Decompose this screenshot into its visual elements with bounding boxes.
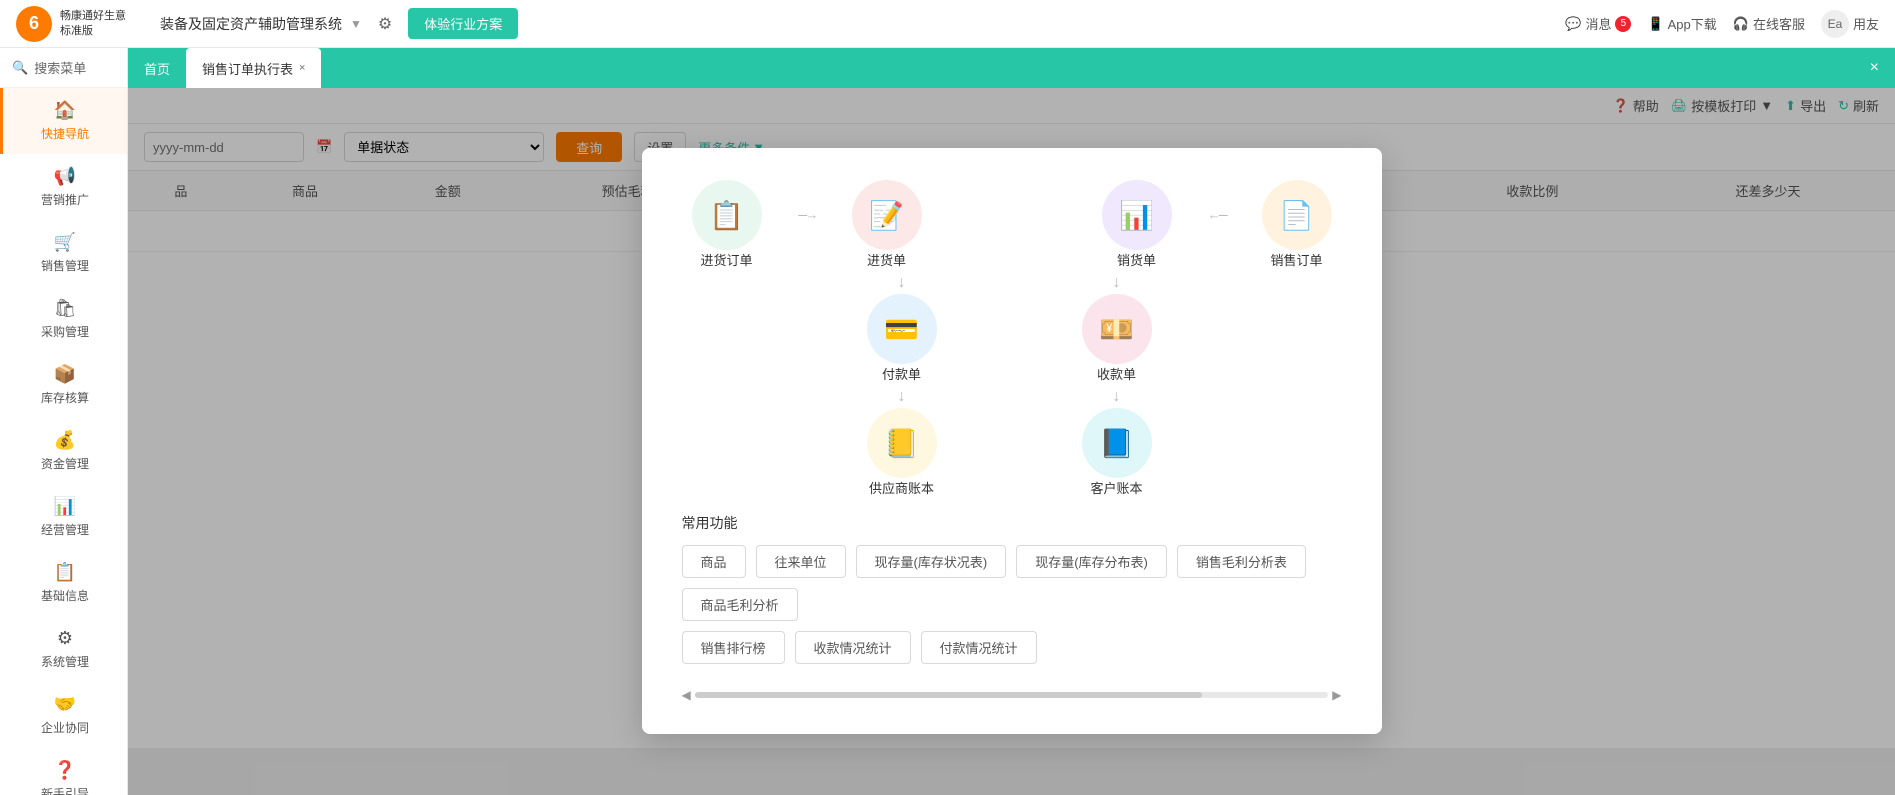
new-guide-icon: ❓ bbox=[54, 760, 76, 781]
sales-order-node-label: 销货单 bbox=[1117, 250, 1156, 269]
flow-item-customer-account[interactable]: 📘 客户账本 bbox=[1082, 408, 1152, 497]
modal-box: 📋 进货订单 - - - - → 📝 进货单 bbox=[642, 148, 1382, 734]
sidebar-item-inventory[interactable]: 📦 库存核算 bbox=[0, 352, 127, 418]
sales-icon: 🛒 bbox=[54, 232, 76, 253]
top-bar: 6 畅康通好生意 标准版 装备及固定资产辅助管理系统 ▼ ⚙ 体验行业方案 💬 … bbox=[0, 0, 1895, 48]
home-icon: 🏠 bbox=[54, 100, 76, 121]
sidebar-item-enterprise[interactable]: 🤝 企业协同 bbox=[0, 682, 127, 748]
system-icon: ⚙ bbox=[57, 628, 73, 649]
message-badge: 5 bbox=[1615, 16, 1631, 32]
receipt-label: 收款单 bbox=[1097, 364, 1136, 383]
scrollbar-thumb bbox=[695, 692, 1202, 698]
message-icon: 💬 bbox=[1565, 16, 1581, 32]
purchase-receipt-icon: 📝 bbox=[852, 180, 922, 250]
top-right-actions: 💬 消息 5 📱 App下载 🎧 在线客服 Ea 用友 bbox=[1565, 10, 1879, 38]
content-area: 首页 销售订单执行表 × × ❓ 帮助 🖨 按 bbox=[128, 48, 1895, 795]
purchase-icon: 🛍 bbox=[54, 298, 77, 319]
func-btn-sales-margin[interactable]: 销售毛利分析表 bbox=[1177, 545, 1306, 578]
sidebar-item-base-info[interactable]: 📋 基础信息 bbox=[0, 550, 127, 616]
app-download-item[interactable]: 📱 App下载 bbox=[1647, 14, 1716, 33]
flow-item-receipt[interactable]: 💴 收款单 bbox=[1082, 294, 1152, 383]
modal-scrollbar: ◀ ▶ bbox=[682, 680, 1342, 702]
func-btn-stock-status[interactable]: 现存量(库存状况表) bbox=[856, 545, 1007, 578]
payment-icon: 💳 bbox=[867, 294, 937, 364]
tab-bar-close[interactable]: × bbox=[1870, 59, 1879, 77]
purchase-order-label: 进货订单 bbox=[700, 250, 752, 269]
modal-overlay: 📋 进货订单 - - - - → 📝 进货单 bbox=[128, 88, 1895, 795]
logo-area: 6 畅康通好生意 标准版 bbox=[16, 6, 144, 42]
sidebar-item-system[interactable]: ⚙ 系统管理 bbox=[0, 616, 127, 682]
sidebar: 🔍 搜索菜单 🏠 快捷导航 📢 营销推广 🛒 销售管理 🛍 采购管理 📦 bbox=[0, 48, 128, 795]
scroll-right-arrow[interactable]: ▶ bbox=[1332, 688, 1341, 702]
page-content: ❓ 帮助 🖨 按模板打印 ▼ ⬆ 导出 ↻ 刷新 bbox=[128, 88, 1895, 795]
func-btn-product[interactable]: 商品 bbox=[682, 545, 746, 578]
sales-order-doc-icon: 📄 bbox=[1262, 180, 1332, 250]
sales-order-doc-label: 销售订单 bbox=[1270, 250, 1322, 269]
tab-close-icon[interactable]: × bbox=[299, 62, 305, 74]
user-item[interactable]: Ea 用友 bbox=[1821, 10, 1879, 38]
enterprise-icon: 🤝 bbox=[54, 694, 76, 715]
tab-home[interactable]: 首页 bbox=[128, 48, 186, 88]
common-funcs-title: 常用功能 bbox=[682, 513, 1342, 533]
common-functions: 常用功能 商品 往来单位 现存量(库存状况表) 现存量(库存分布表) 销售毛利分… bbox=[682, 513, 1342, 664]
flow-item-payment[interactable]: 💳 付款单 bbox=[867, 294, 937, 383]
phone-icon: 📱 bbox=[1647, 16, 1663, 32]
purchase-order-icon: 📋 bbox=[692, 180, 762, 250]
func-btn-product-margin[interactable]: 商品毛利分析 bbox=[682, 588, 798, 621]
func-btn-partner[interactable]: 往来单位 bbox=[756, 545, 846, 578]
func-btn-sales-ranking[interactable]: 销售排行榜 bbox=[682, 631, 785, 664]
func-btn-receipt-stats[interactable]: 收款情况统计 bbox=[795, 631, 911, 664]
customer-account-icon: 📘 bbox=[1082, 408, 1152, 478]
sidebar-item-sales[interactable]: 🛒 销售管理 bbox=[0, 220, 127, 286]
message-item[interactable]: 💬 消息 5 bbox=[1565, 14, 1631, 33]
flow-item-supplier-account[interactable]: 📒 供应商账本 bbox=[867, 408, 937, 497]
sales-order-node-icon: 📊 bbox=[1102, 180, 1172, 250]
sidebar-item-new-guide[interactable]: ❓ 新手引导 bbox=[0, 748, 127, 795]
payment-label: 付款单 bbox=[882, 364, 921, 383]
sidebar-item-marketing[interactable]: 📢 营销推广 bbox=[0, 154, 127, 220]
flow-item-purchase-order[interactable]: 📋 进货订单 bbox=[692, 180, 762, 269]
purchase-receipt-label: 进货单 bbox=[867, 250, 906, 269]
supplier-account-label: 供应商账本 bbox=[869, 478, 934, 497]
operations-icon: 📊 bbox=[54, 496, 76, 517]
sidebar-item-quick-nav[interactable]: 🏠 快捷导航 bbox=[0, 88, 127, 154]
experience-button[interactable]: 体验行业方案 bbox=[408, 8, 518, 39]
logo-text: 畅康通好生意 标准版 bbox=[60, 9, 126, 38]
tab-sales-order[interactable]: 销售订单执行表 × bbox=[186, 48, 321, 88]
receipt-icon: 💴 bbox=[1082, 294, 1152, 364]
gear-button[interactable]: ⚙ bbox=[378, 14, 392, 34]
scroll-left-arrow[interactable]: ◀ bbox=[682, 688, 691, 702]
search-icon: 🔍 bbox=[12, 60, 28, 76]
customer-account-label: 客户账本 bbox=[1090, 478, 1142, 497]
flow-item-sales-order-doc[interactable]: 📄 销售订单 bbox=[1262, 180, 1332, 269]
system-name: 装备及固定资产辅助管理系统 ▼ ⚙ 体验行业方案 bbox=[160, 8, 1565, 39]
func-btn-stock-dist[interactable]: 现存量(库存分布表) bbox=[1016, 545, 1167, 578]
online-service-item[interactable]: 🎧 在线客服 bbox=[1733, 14, 1805, 33]
tab-bar: 首页 销售订单执行表 × × bbox=[128, 48, 1895, 88]
finance-icon: 💰 bbox=[54, 430, 76, 451]
sidebar-search[interactable]: 🔍 搜索菜单 bbox=[0, 48, 127, 88]
logo-icon: 6 bbox=[16, 6, 52, 42]
flow-item-purchase-receipt[interactable]: 📝 进货单 bbox=[852, 180, 922, 269]
flow-item-sales-order-node[interactable]: 📊 销货单 bbox=[1102, 180, 1172, 269]
sidebar-item-operations[interactable]: 📊 经营管理 bbox=[0, 484, 127, 550]
func-buttons-row2: 销售排行榜 收款情况统计 付款情况统计 bbox=[682, 631, 1342, 664]
sidebar-item-finance[interactable]: 💰 资金管理 bbox=[0, 418, 127, 484]
marketing-icon: 📢 bbox=[54, 166, 76, 187]
base-info-icon: 📋 bbox=[54, 562, 76, 583]
supplier-account-icon: 📒 bbox=[867, 408, 937, 478]
func-buttons-row1: 商品 往来单位 现存量(库存状况表) 现存量(库存分布表) 销售毛利分析表 商品… bbox=[682, 545, 1342, 621]
sidebar-item-purchase[interactable]: 🛍 采购管理 bbox=[0, 286, 127, 352]
avatar: Ea bbox=[1821, 10, 1849, 38]
inventory-icon: 📦 bbox=[54, 364, 76, 385]
system-dropdown-arrow[interactable]: ▼ bbox=[350, 17, 362, 31]
scrollbar-track[interactable] bbox=[695, 692, 1329, 698]
system-title: 装备及固定资产辅助管理系统 bbox=[160, 14, 342, 34]
headset-icon: 🎧 bbox=[1733, 16, 1749, 32]
func-btn-payment-stats[interactable]: 付款情况统计 bbox=[921, 631, 1037, 664]
